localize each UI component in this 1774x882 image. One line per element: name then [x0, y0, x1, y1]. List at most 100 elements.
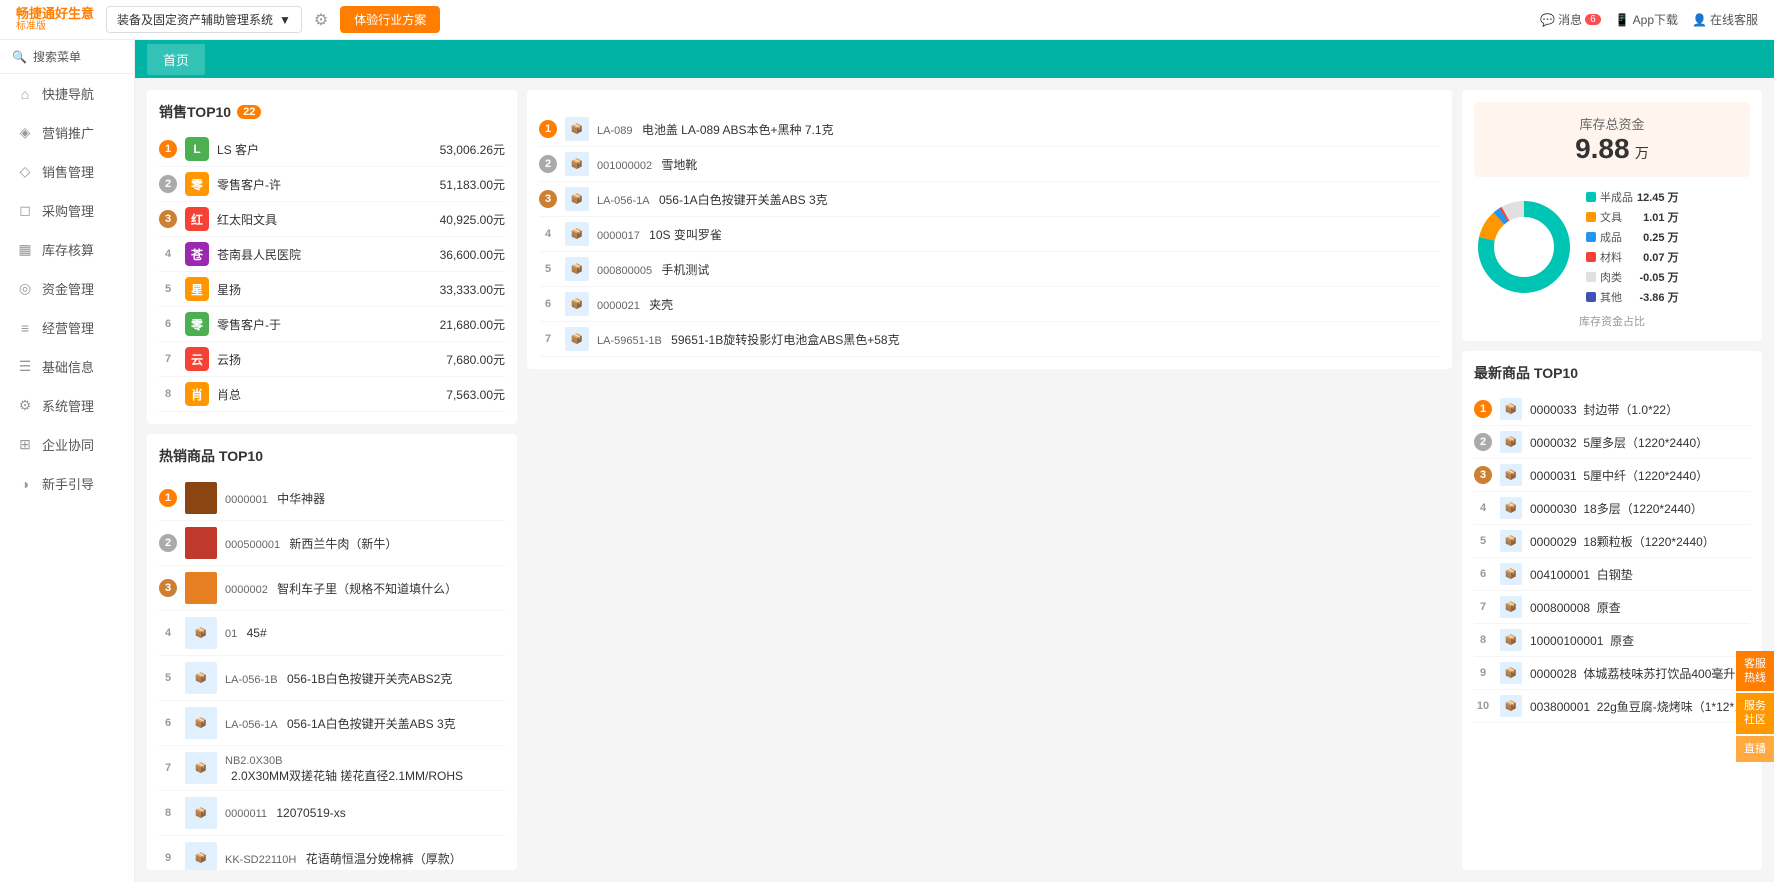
sidebar-item-system[interactable]: ⚙ 系统管理	[0, 386, 134, 425]
prod-thumbnail: 📦	[565, 117, 589, 141]
hot-prod-code: 0000002	[225, 584, 268, 596]
legend-color	[1586, 292, 1596, 302]
finance-icon: ◎	[16, 280, 34, 298]
hot-rank-num: 7	[159, 759, 177, 777]
customer-name: 红太阳文具	[217, 211, 432, 228]
prod-code: LA-59651-1B	[597, 335, 662, 347]
customer-name: 零售客户-许	[217, 176, 432, 193]
gear-icon[interactable]: ⚙	[314, 10, 328, 30]
customer-rank-card: 销售TOP10 22 1 L LS 客户 53,006.26元 2 零 零售客户…	[147, 90, 517, 424]
float-btn-community[interactable]: 服务社区	[1736, 693, 1774, 734]
float-btn-live[interactable]: 直播	[1736, 736, 1774, 762]
prod-thumb-icon: 📦	[571, 334, 583, 345]
main-layout: 🔍 搜索菜单 ⌂ 快捷导航 ◈ 营销推广 ◇ 销售管理 ◻ 采购管理 ▦ 库存核…	[0, 40, 1774, 882]
sales-icon: ◇	[16, 163, 34, 181]
hot-prod-placeholder: 📦	[185, 617, 217, 649]
donut-area: 半成品 12.45 万 文具 1.01 万 成品 0.25 万 材料 0.07 …	[1474, 187, 1750, 307]
prod-rank-num: 1	[539, 120, 557, 138]
hot-prod-info: NB2.0X30B 2.0X30MM双搓花轴 搓花直径2.1MM/ROHS	[225, 753, 505, 784]
service-icon: 👤	[1692, 13, 1707, 27]
sidebar-item-operation[interactable]: ≡ 经营管理	[0, 308, 134, 347]
sidebar-item-finance[interactable]: ◎ 资金管理	[0, 269, 134, 308]
new-prod-item: 5 📦 0000029 18颗粒板（1220*2440）	[1474, 525, 1750, 558]
customer-rank-item: 6 零 零售客户-于 21,680.00元	[159, 307, 505, 342]
hot-prod-name: 花语萌恒温分娩棉裤（厚款）	[306, 852, 462, 866]
hot-prod-name: 智利车子里（规格不知道填什么）	[277, 582, 457, 596]
rank-number: 5	[159, 280, 177, 298]
sidebar-item-quick-nav[interactable]: ⌂ 快捷导航	[0, 74, 134, 113]
online-service[interactable]: 👤 在线客服	[1692, 11, 1758, 28]
hot-prod-placeholder: 📦	[185, 797, 217, 829]
new-prod-item: 10 📦 003800001 22g鱼豆腐-烧烤味（1*12*20）	[1474, 690, 1750, 723]
prod-rank-num: 3	[539, 190, 557, 208]
prod-thumbnail: 📦	[565, 327, 589, 351]
new-prod-thumb: 📦	[1500, 563, 1522, 585]
sidebar-item-inventory[interactable]: ▦ 库存核算	[0, 230, 134, 269]
new-prod-thumb: 📦	[1500, 398, 1522, 420]
customer-rank-item: 5 星 星扬 33,333.00元	[159, 272, 505, 307]
customer-rank-item: 1 L LS 客户 53,006.26元	[159, 132, 505, 167]
sidebar-item-basic[interactable]: ☰ 基础信息	[0, 347, 134, 386]
sidebar-label-operation: 经营管理	[42, 318, 94, 337]
prod-thumb-icon: 📦	[571, 299, 583, 310]
sidebar-item-purchase[interactable]: ◻ 采购管理	[0, 191, 134, 230]
product-rank-item: 3 📦 LA-056-1A 056-1A白色按键开关盖ABS 3克	[539, 182, 1440, 217]
legend-color	[1586, 252, 1596, 262]
sidebar-item-enterprise[interactable]: ⊞ 企业协同	[0, 425, 134, 464]
new-prod-rank: 9	[1474, 664, 1492, 682]
customer-amount: 36,600.00元	[440, 246, 505, 263]
message-area[interactable]: 💬 消息 6	[1540, 11, 1601, 28]
hot-rank-num: 3	[159, 579, 177, 597]
sidebar-item-guide[interactable]: ◑ 新手引导	[0, 464, 134, 503]
tab-home[interactable]: 首页	[147, 44, 205, 75]
hot-rank-num: 9	[159, 849, 177, 867]
hot-prod-name: 12070519-xs	[276, 806, 345, 820]
sidebar-label-marketing: 营销推广	[42, 123, 94, 142]
legend-item: 材料 0.07 万	[1586, 247, 1679, 267]
sidebar-item-marketing[interactable]: ◈ 营销推广	[0, 113, 134, 152]
prod-rank-num: 2	[539, 155, 557, 173]
hot-prod-name: 中华神器	[277, 492, 325, 506]
donut-chart	[1474, 197, 1574, 297]
float-btn-service[interactable]: 客服热线	[1736, 651, 1774, 692]
app-download[interactable]: 📱 App下载	[1615, 11, 1678, 28]
trial-button[interactable]: 体验行业方案	[340, 6, 440, 33]
prod-code: LA-056-1A	[597, 195, 650, 207]
new-prod-info: 003800001 22g鱼豆腐-烧烤味（1*12*20）	[1530, 698, 1750, 715]
operation-icon: ≡	[16, 319, 34, 337]
customer-name: 零售客户-于	[217, 316, 432, 333]
new-prod-item: 2 📦 0000032 5厘多层（1220*2440）	[1474, 426, 1750, 459]
customer-name: LS 客户	[217, 141, 432, 158]
message-icon: 💬	[1540, 13, 1555, 27]
customer-amount: 21,680.00元	[440, 316, 505, 333]
system-select[interactable]: 装备及固定资产辅助管理系统 ▼	[106, 6, 302, 33]
message-badge: 6	[1585, 14, 1601, 25]
customer-name: 肖总	[217, 386, 438, 403]
product-rank-list: 1 📦 LA-089 电池盖 LA-089 ABS本色+黑种 7.1克 2 📦 …	[539, 112, 1440, 357]
prod-info: 0000021 夹壳	[597, 296, 1440, 313]
search-menu[interactable]: 🔍 搜索菜单	[0, 40, 134, 74]
hot-prod-item: 3 0000002 智利车子里（规格不知道填什么）	[159, 566, 505, 611]
rank-number: 7	[159, 350, 177, 368]
legend-label: 肉类	[1600, 269, 1635, 285]
hot-prod-placeholder: 📦	[185, 842, 217, 870]
customer-avatar: 星	[185, 277, 209, 301]
sidebar-item-sales[interactable]: ◇ 销售管理	[0, 152, 134, 191]
sidebar-label-enterprise: 企业协同	[42, 435, 94, 454]
message-label: 消息	[1558, 11, 1582, 28]
legend-item: 文具 1.01 万	[1586, 207, 1679, 227]
new-prod-thumb: 📦	[1500, 596, 1522, 618]
hot-prod-info: 0000002 智利车子里（规格不知道填什么）	[225, 580, 505, 597]
prod-name: 雪地靴	[661, 158, 697, 172]
system-name: 装备及固定资产辅助管理系统	[117, 11, 273, 28]
prod-thumb-icon: 📦	[571, 229, 583, 240]
sidebar-label-quick-nav: 快捷导航	[42, 84, 94, 103]
legend-item: 半成品 12.45 万	[1586, 187, 1679, 207]
sidebar: 🔍 搜索菜单 ⌂ 快捷导航 ◈ 营销推广 ◇ 销售管理 ◻ 采购管理 ▦ 库存核…	[0, 40, 135, 882]
hot-prod-image	[185, 482, 217, 514]
customer-avatar: 苍	[185, 242, 209, 266]
prod-thumbnail: 📦	[565, 152, 589, 176]
customer-name: 星扬	[217, 281, 432, 298]
new-prod-info: 0000029 18颗粒板（1220*2440）	[1530, 533, 1750, 550]
purchase-icon: ◻	[16, 202, 34, 220]
